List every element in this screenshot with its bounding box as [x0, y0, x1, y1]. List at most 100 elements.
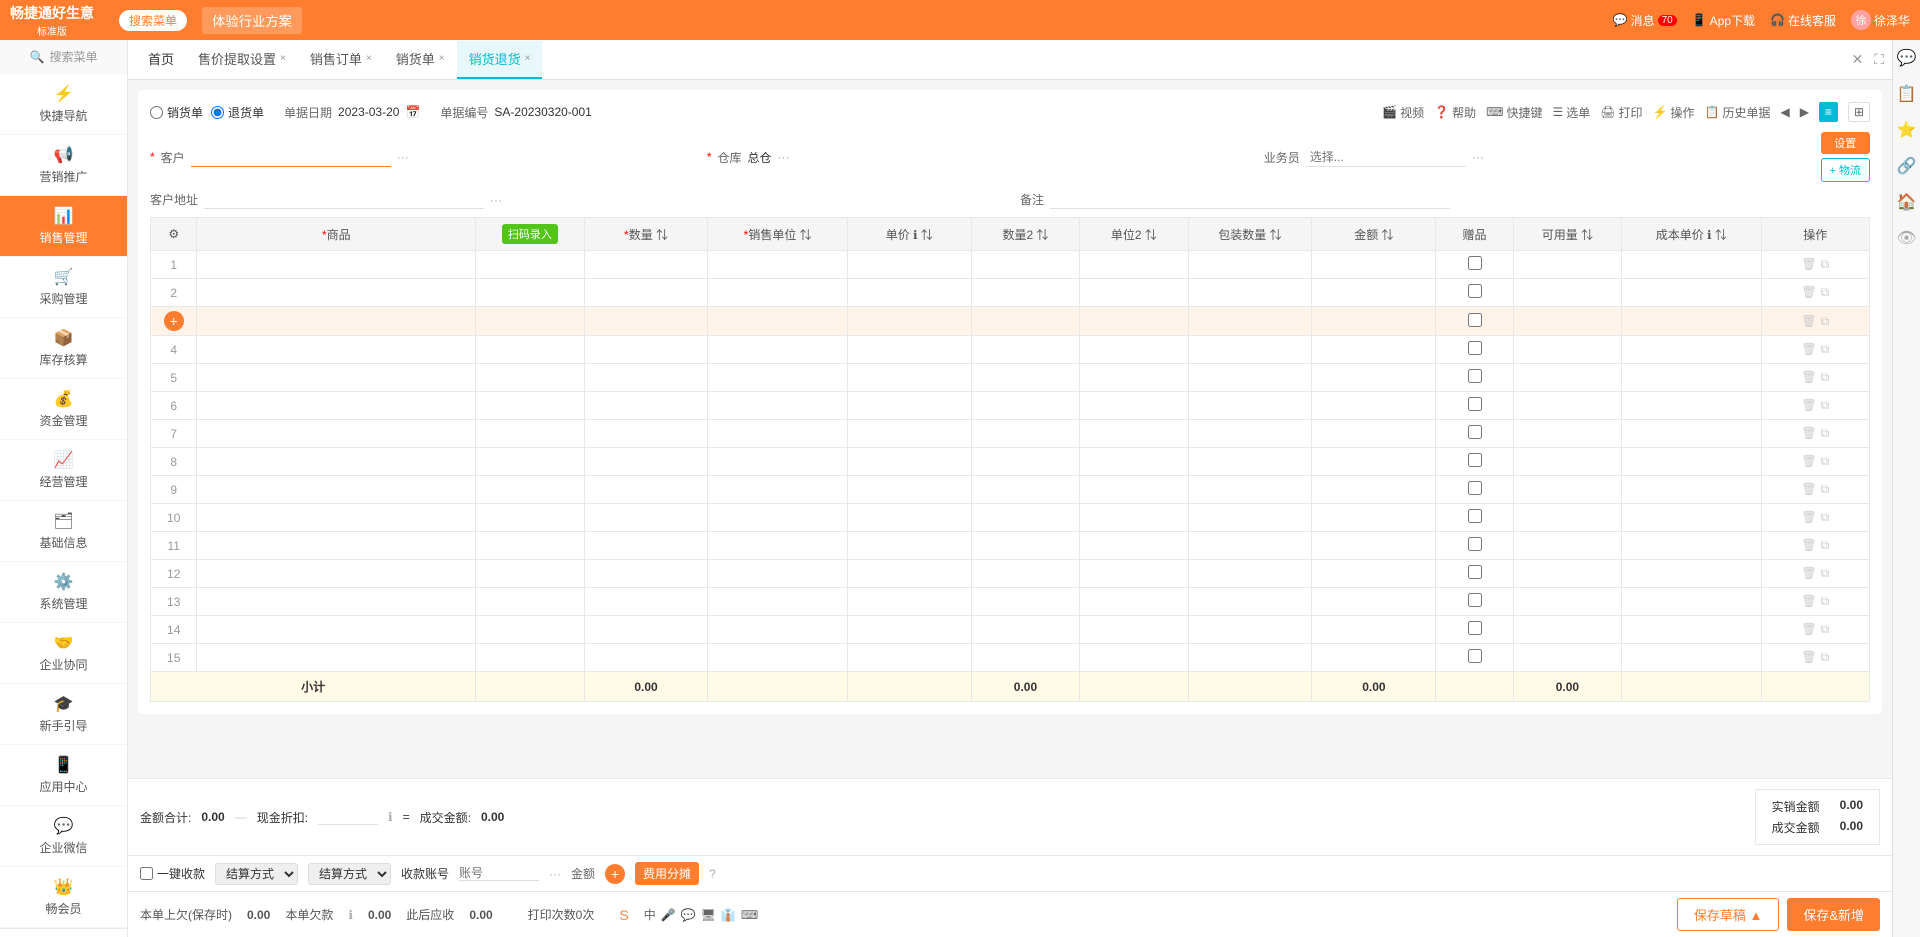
qty-cell[interactable]: [584, 307, 708, 336]
video-btn[interactable]: 🎬 视频: [1382, 104, 1424, 121]
gift-checkbox[interactable]: [1468, 565, 1482, 579]
price-cell[interactable]: [847, 504, 971, 532]
qty2-cell[interactable]: [971, 279, 1079, 307]
rp-icon-4[interactable]: 🔗: [1897, 156, 1917, 176]
copy-row-icon[interactable]: ⧉: [1821, 650, 1830, 664]
price-cell[interactable]: [847, 616, 971, 644]
nav-prev[interactable]: ◀: [1780, 105, 1789, 119]
tab-order[interactable]: 销售订单 ×: [298, 41, 384, 79]
copy-row-icon[interactable]: ⧉: [1821, 538, 1830, 552]
gift-checkbox[interactable]: [1468, 453, 1482, 467]
sidebar-item-wechat[interactable]: 💬 企业微信: [0, 806, 127, 867]
price-cell[interactable]: [847, 532, 971, 560]
history-btn[interactable]: 📋 历史单据: [1704, 104, 1770, 121]
save-new-button[interactable]: 保存&新增: [1787, 898, 1880, 931]
app-download-btn[interactable]: 📱 App下载: [1692, 12, 1755, 29]
add-amount-btn[interactable]: +: [605, 864, 625, 884]
product-cell[interactable]: [197, 448, 476, 476]
customer-input[interactable]: [191, 148, 391, 167]
qty2-cell[interactable]: [971, 616, 1079, 644]
gift-cell[interactable]: [1436, 560, 1513, 588]
qty-cell[interactable]: [584, 616, 708, 644]
delete-row-icon[interactable]: 🗑: [1801, 285, 1816, 299]
sidebar-item-inventory[interactable]: 📦 库存核算: [0, 318, 127, 379]
gift-cell[interactable]: [1436, 336, 1513, 364]
qty2-cell[interactable]: [971, 307, 1079, 336]
qty2-cell[interactable]: [971, 588, 1079, 616]
qty-cell[interactable]: [584, 644, 708, 672]
sidebar-item-marketing[interactable]: 📢 营销推广: [0, 135, 127, 196]
discount-input[interactable]: [318, 810, 378, 825]
rp-icon-6[interactable]: 👁: [1896, 228, 1916, 248]
product-cell[interactable]: [197, 644, 476, 672]
amount-cell[interactable]: [1312, 336, 1436, 364]
unit2-cell[interactable]: [1080, 392, 1188, 420]
sidebar-item-appstore[interactable]: 📱 应用中心: [0, 745, 127, 806]
delete-row-icon[interactable]: 🗑: [1801, 342, 1816, 356]
tab-price[interactable]: 售价提取设置 ×: [186, 41, 298, 79]
product-cell[interactable]: [197, 420, 476, 448]
amount-cell[interactable]: [1312, 616, 1436, 644]
nav-next[interactable]: ▶: [1800, 105, 1809, 119]
qty2-cell[interactable]: [971, 644, 1079, 672]
copy-row-icon[interactable]: ⧉: [1821, 257, 1830, 271]
copy-row-icon[interactable]: ⧉: [1821, 454, 1830, 468]
delete-row-icon[interactable]: 🗑: [1801, 650, 1816, 664]
gift-checkbox[interactable]: [1468, 481, 1482, 495]
gift-cell[interactable]: [1436, 616, 1513, 644]
online-service-btn[interactable]: 🎧 在线客服: [1770, 12, 1836, 29]
qty-cell[interactable]: [584, 560, 708, 588]
gift-checkbox[interactable]: [1468, 256, 1482, 270]
amount-cell[interactable]: [1312, 364, 1436, 392]
sidebar-item-basic[interactable]: 🗂 基础信息: [0, 501, 127, 562]
pkg-qty-cell[interactable]: [1188, 251, 1312, 279]
product-cell[interactable]: [197, 336, 476, 364]
gift-cell[interactable]: [1436, 448, 1513, 476]
qty2-cell[interactable]: [971, 448, 1079, 476]
radio-sale[interactable]: 销货单: [150, 104, 203, 121]
unit-cell[interactable]: [708, 476, 847, 504]
gift-cell[interactable]: [1436, 279, 1513, 307]
unit-cell[interactable]: [708, 279, 847, 307]
amount-cell[interactable]: [1312, 588, 1436, 616]
unit2-cell[interactable]: [1080, 476, 1188, 504]
gift-cell[interactable]: [1436, 588, 1513, 616]
unit-cell[interactable]: [708, 448, 847, 476]
unit-cell[interactable]: [708, 532, 847, 560]
account-dots[interactable]: ···: [549, 867, 561, 881]
product-cell[interactable]: [197, 251, 476, 279]
qty-cell[interactable]: [584, 588, 708, 616]
unit-cell[interactable]: [708, 392, 847, 420]
amount-cell[interactable]: [1312, 279, 1436, 307]
unit-cell[interactable]: [708, 336, 847, 364]
close-all-tabs[interactable]: ✕: [1851, 51, 1863, 68]
price-cell[interactable]: [847, 476, 971, 504]
price-cell[interactable]: [847, 560, 971, 588]
shortcut-btn[interactable]: ⌨ 快捷键: [1486, 104, 1542, 121]
product-cell[interactable]: [197, 560, 476, 588]
qty-cell[interactable]: [584, 448, 708, 476]
expense-btn[interactable]: 费用分摊: [635, 862, 699, 885]
help-btn[interactable]: ❓ 帮助: [1434, 104, 1476, 121]
product-cell[interactable]: [197, 279, 476, 307]
address-dots[interactable]: ···: [490, 193, 502, 207]
b-icon-2[interactable]: 🎤: [661, 908, 676, 922]
delete-row-icon[interactable]: 🗑: [1801, 454, 1816, 468]
expand-tab-icon[interactable]: ⛶: [1874, 51, 1884, 68]
qty-cell[interactable]: [584, 504, 708, 532]
unit2-cell[interactable]: [1080, 588, 1188, 616]
unit-cell[interactable]: [708, 420, 847, 448]
qty-cell[interactable]: [584, 420, 708, 448]
gift-checkbox[interactable]: [1468, 537, 1482, 551]
unit2-cell[interactable]: [1080, 251, 1188, 279]
save-draft-button[interactable]: 保存草稿 ▲: [1677, 898, 1780, 931]
tab-return[interactable]: 销货退货 ×: [457, 41, 543, 79]
sidebar-item-sales[interactable]: 📊 销售管理: [0, 196, 127, 257]
tab-home[interactable]: 首页: [136, 41, 186, 79]
qty2-cell[interactable]: [971, 251, 1079, 279]
delete-row-icon[interactable]: 🗑: [1801, 314, 1816, 328]
copy-row-icon[interactable]: ⧉: [1821, 285, 1830, 299]
price-cell[interactable]: [847, 420, 971, 448]
product-cell[interactable]: [197, 616, 476, 644]
unit-cell[interactable]: [708, 616, 847, 644]
